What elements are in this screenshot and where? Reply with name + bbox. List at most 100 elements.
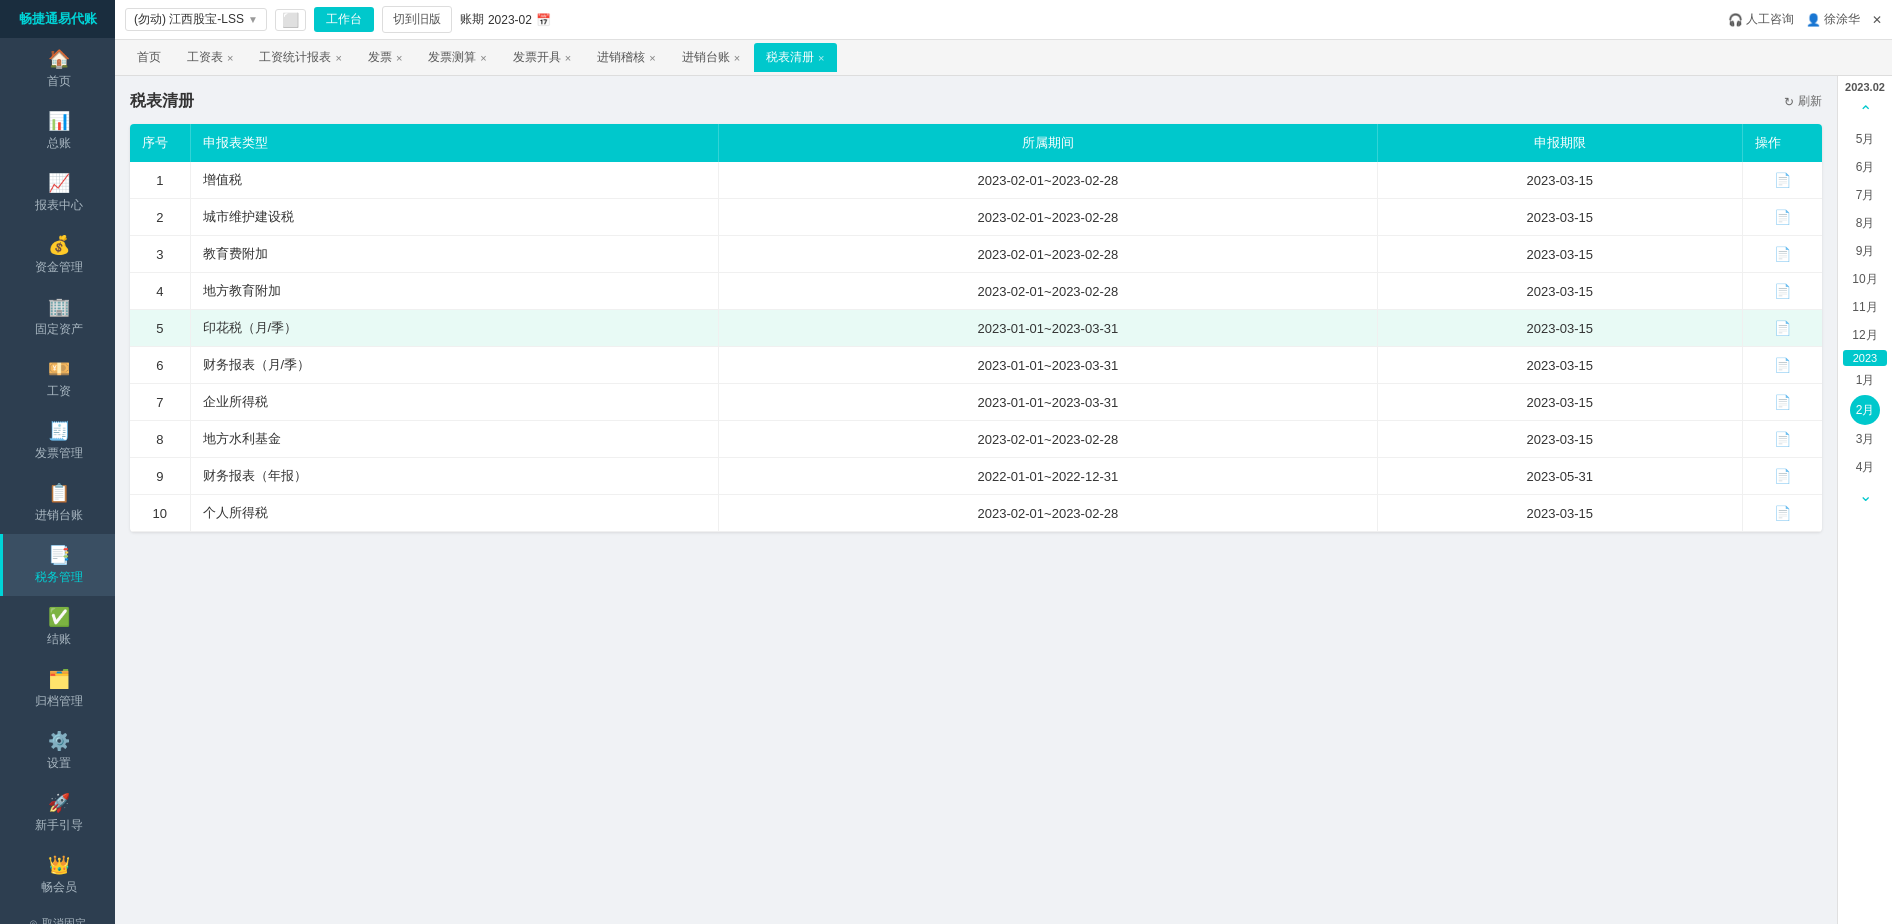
sidebar-item-home[interactable]: 🏠 首页 <box>0 38 115 100</box>
row-period: 2022-01-01~2022-12-31 <box>718 458 1377 495</box>
row-deadline: 2023-03-15 <box>1378 347 1742 384</box>
row-seq: 9 <box>130 458 190 495</box>
month-2023-3月[interactable]: 3月 <box>1843 426 1887 453</box>
row-seq: 4 <box>130 273 190 310</box>
month-2022-11月[interactable]: 11月 <box>1843 294 1887 321</box>
archive-icon: 🗂️ <box>48 668 70 690</box>
tax-table: 序号申报表类型所属期间申报期限操作 1增值税2023-02-01~2023-02… <box>130 124 1822 532</box>
tab-close-icon[interactable]: × <box>480 52 486 64</box>
sidebar-item-label: 进销台账 <box>35 507 83 524</box>
sidebar-item-guide[interactable]: 🚀 新手引导 <box>0 782 115 844</box>
tab-首页[interactable]: 首页 <box>125 43 173 72</box>
sidebar-item-tax[interactable]: 📑 税务管理 <box>0 534 115 596</box>
tab-工资表[interactable]: 工资表× <box>175 43 245 72</box>
document-icon[interactable]: 📄 <box>1774 209 1791 225</box>
row-deadline: 2023-03-15 <box>1378 236 1742 273</box>
sidebar-item-funds[interactable]: 💰 资金管理 <box>0 224 115 286</box>
document-icon[interactable]: 📄 <box>1774 320 1791 336</box>
row-type: 城市维护建设税 <box>190 199 718 236</box>
tab-工资统计报表[interactable]: 工资统计报表× <box>247 43 353 72</box>
row-period: 2023-01-01~2023-03-31 <box>718 347 1377 384</box>
sidebar-item-archive[interactable]: 🗂️ 归档管理 <box>0 658 115 720</box>
refresh-button[interactable]: ↻ 刷新 <box>1784 93 1822 110</box>
document-icon[interactable]: 📄 <box>1774 246 1791 262</box>
sidebar-item-settings[interactable]: ⚙️ 设置 <box>0 720 115 782</box>
chevron-down-btn[interactable]: ⌄ <box>1855 482 1876 509</box>
tab-close-icon[interactable]: × <box>649 52 655 64</box>
sidebar-item-invoice[interactable]: 🧾 发票管理 <box>0 410 115 472</box>
tab-税表清册[interactable]: 税表清册× <box>754 43 836 72</box>
sidebar-item-label: 设置 <box>47 755 71 772</box>
row-action: 📄 <box>1742 236 1822 273</box>
main-area: (勿动) 江西股宝-LSS ▼ ⬜ 工作台 切到旧版 账期 2023-02 📅 … <box>115 0 1892 924</box>
document-icon[interactable]: 📄 <box>1774 394 1791 410</box>
month-2022-10月[interactable]: 10月 <box>1843 266 1887 293</box>
month-2022-9月[interactable]: 9月 <box>1843 238 1887 265</box>
tab-close-icon[interactable]: × <box>396 52 402 64</box>
tab-进销稽核[interactable]: 进销稽核× <box>585 43 667 72</box>
row-seq: 1 <box>130 162 190 199</box>
document-icon[interactable]: 📄 <box>1774 505 1791 521</box>
col-header-所属期间: 所属期间 <box>718 124 1377 162</box>
chevron-up-btn[interactable]: ⌃ <box>1855 98 1876 125</box>
tab-发票测算[interactable]: 发票测算× <box>416 43 498 72</box>
company-selector[interactable]: (勿动) 江西股宝-LSS ▼ <box>125 8 267 31</box>
row-type: 个人所得税 <box>190 495 718 532</box>
table-row: 5印花税（月/季）2023-01-01~2023-03-312023-03-15… <box>130 310 1822 347</box>
tab-进销台账[interactable]: 进销台账 × <box>670 43 752 72</box>
table-row: 6财务报表（月/季）2023-01-01~2023-03-312023-03-1… <box>130 347 1822 384</box>
tab-label: 进销台账 <box>682 49 730 66</box>
sidebar-item-assets[interactable]: 🏢 固定资产 <box>0 286 115 348</box>
month-2023-1月[interactable]: 1月 <box>1843 367 1887 394</box>
sidebar-item-reports[interactable]: 📈 报表中心 <box>0 162 115 224</box>
workbench-button[interactable]: 工作台 <box>314 7 374 32</box>
document-icon[interactable]: 📄 <box>1774 172 1791 188</box>
sidebar-item-ledger[interactable]: 📊 总账 <box>0 100 115 162</box>
tab-close-icon[interactable]: × <box>818 52 824 64</box>
user-avatar[interactable]: 👤 徐涂华 <box>1806 11 1860 28</box>
tab-close-icon[interactable]: × <box>335 52 341 64</box>
ledger-icon: 📊 <box>48 110 70 132</box>
calendar-icon[interactable]: 📅 <box>536 13 551 27</box>
row-type: 地方水利基金 <box>190 421 718 458</box>
month-2022-5月[interactable]: 5月 <box>1843 126 1887 153</box>
sidebar-item-member[interactable]: 👑 畅会员 <box>0 844 115 906</box>
row-seq: 7 <box>130 384 190 421</box>
month-2022-6月[interactable]: 6月 <box>1843 154 1887 181</box>
sidebar-item-salary[interactable]: 💴 工资 <box>0 348 115 410</box>
settle-icon: ✅ <box>48 606 70 628</box>
row-seq: 2 <box>130 199 190 236</box>
month-2022-8月[interactable]: 8月 <box>1843 210 1887 237</box>
document-icon[interactable]: 📄 <box>1774 283 1791 299</box>
document-icon[interactable]: 📄 <box>1774 357 1791 373</box>
month-2023-2月[interactable]: 2月 <box>1850 395 1880 425</box>
sidebar-item-settle[interactable]: ✅ 结账 <box>0 596 115 658</box>
tab-发票开具[interactable]: 发票开具× <box>501 43 583 72</box>
tab-发票[interactable]: 发票× <box>356 43 414 72</box>
copy-icon[interactable]: ⬜ <box>275 9 306 31</box>
row-deadline: 2023-03-15 <box>1378 421 1742 458</box>
document-icon[interactable]: 📄 <box>1774 468 1791 484</box>
month-2022-7月[interactable]: 7月 <box>1843 182 1887 209</box>
tab-close-icon[interactable]: × <box>565 52 571 64</box>
document-icon[interactable]: 📄 <box>1774 431 1791 447</box>
row-action: 📄 <box>1742 199 1822 236</box>
month-2023-4月[interactable]: 4月 <box>1843 454 1887 481</box>
table-row: 3教育费附加2023-02-01~2023-02-282023-03-15📄 <box>130 236 1822 273</box>
sidebar-item-label: 畅会员 <box>41 879 77 896</box>
ai-consult-button[interactable]: 🎧 人工咨询 <box>1728 11 1794 28</box>
close-icon[interactable]: ✕ <box>1872 13 1882 27</box>
row-action: 📄 <box>1742 310 1822 347</box>
row-period: 2023-01-01~2023-03-31 <box>718 384 1377 421</box>
row-type: 企业所得税 <box>190 384 718 421</box>
month-2022-12月[interactable]: 12月 <box>1843 322 1887 349</box>
tab-close-icon[interactable]: × <box>227 52 233 64</box>
row-period: 2023-02-01~2023-02-28 <box>718 495 1377 532</box>
switch-button[interactable]: 切到旧版 <box>382 6 452 33</box>
row-deadline: 2023-03-15 <box>1378 310 1742 347</box>
tab-close-icon[interactable]: × <box>734 52 740 64</box>
unpin-button[interactable]: ⊙ 取消固定 <box>0 906 115 924</box>
row-action: 📄 <box>1742 273 1822 310</box>
sidebar-item-purchase[interactable]: 📋 进销台账 <box>0 472 115 534</box>
reports-icon: 📈 <box>48 172 70 194</box>
